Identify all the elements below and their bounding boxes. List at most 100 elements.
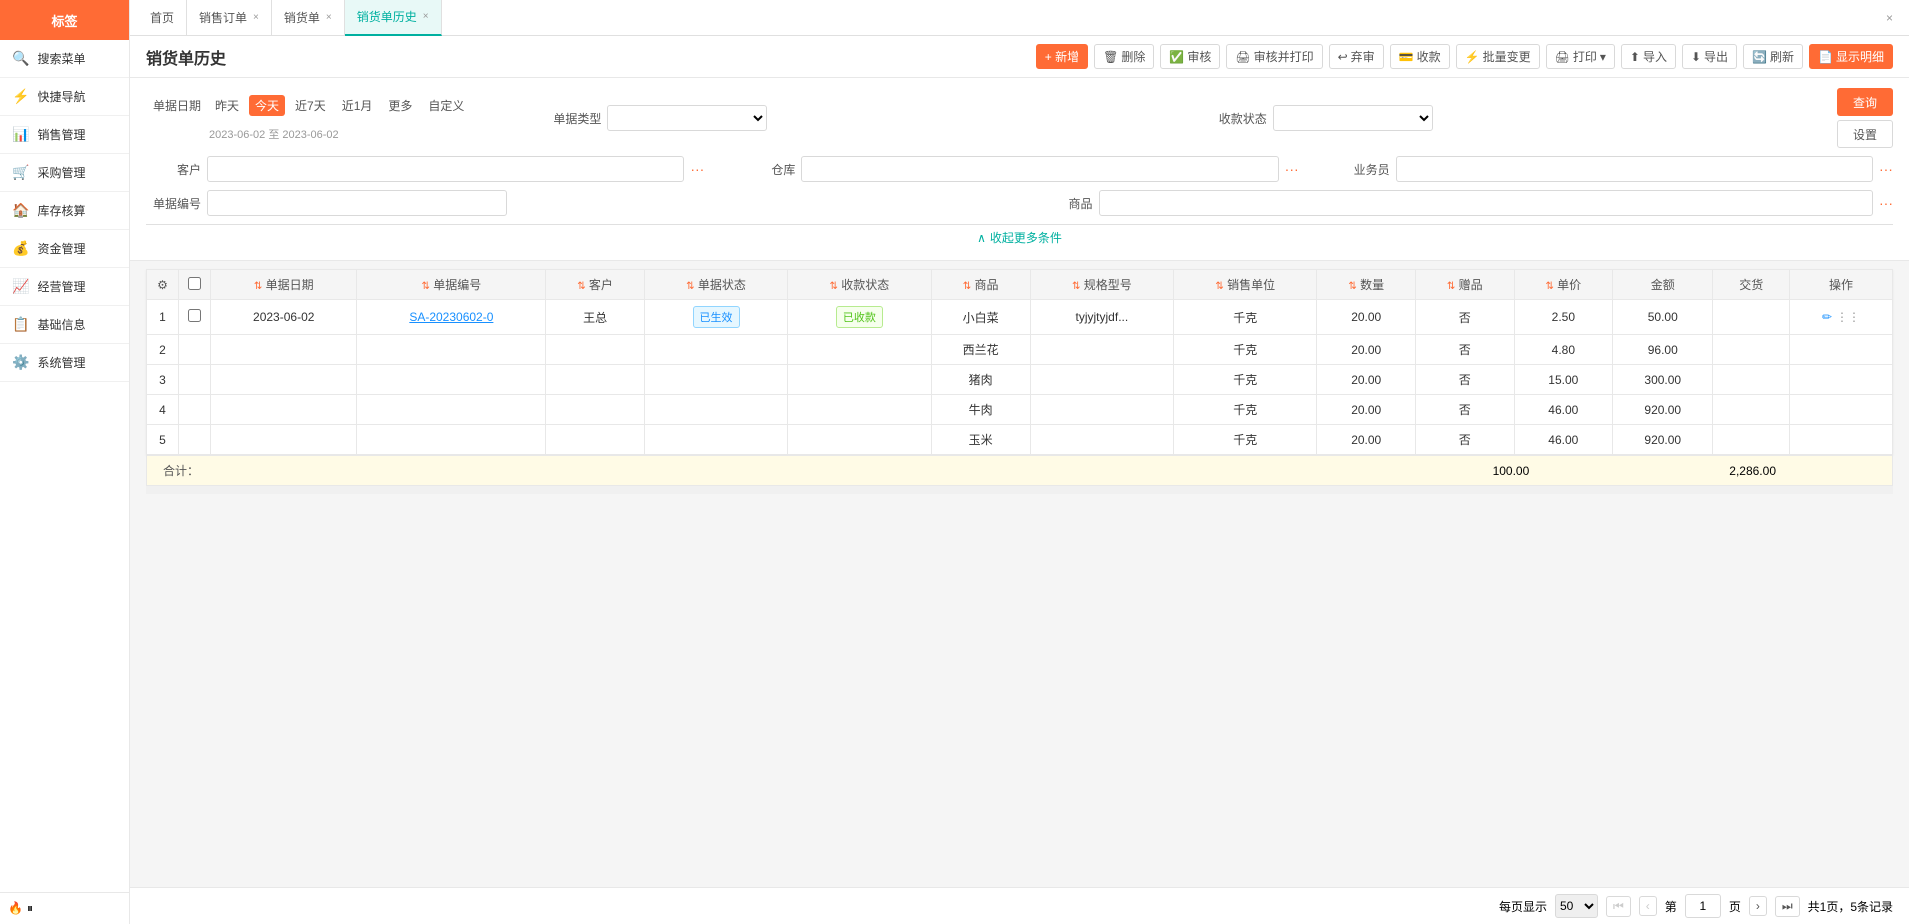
customer-input[interactable] [207,156,684,182]
col-number[interactable]: ⇅ 单据编号 [357,270,546,300]
cell-doc-status [644,395,787,425]
query-button[interactable]: 查询 [1837,88,1893,116]
tab-sales-history-label: 销货单历史 [357,8,417,25]
warehouse-field: 仓库 ··· [740,156,1298,182]
print-button[interactable]: 🖨 打印 ▾ [1546,44,1615,69]
sidebar-item-inventory[interactable]: 🏠 库存核算 [0,192,129,230]
col-doc-status[interactable]: ⇅ 单据状态 [644,270,787,300]
sidebar-item-operations[interactable]: 📈 经营管理 [0,268,129,306]
date-pill-today[interactable]: 今天 [249,95,285,116]
col-quantity[interactable]: ⇅ 数量 [1317,270,1416,300]
toolbar: + 新增 🗑 删除 ✅ 审核 🖨 审核并打印 ↩ 弃审 💳 收款 [1036,44,1893,69]
sidebar-item-basic-info[interactable]: 📋 基础信息 [0,306,129,344]
cell-checkbox[interactable] [179,365,211,395]
cell-doc-status [644,335,787,365]
select-all-checkbox[interactable] [188,277,201,290]
date-range-display: 2023-06-02 至 2023-06-02 [209,126,339,142]
filter-row-3: 单据编号 商品 ··· [146,190,1893,216]
sidebar-item-purchase-mgmt[interactable]: 🛒 采购管理 [0,154,129,192]
delete-button[interactable]: 🗑 删除 [1094,44,1154,69]
col-customer[interactable]: ⇅ 客户 [546,270,645,300]
page-title: 销货单历史 [146,45,226,69]
salesperson-dots-button[interactable]: ··· [1879,161,1893,177]
cell-gift: 否 [1416,335,1515,365]
salesperson-input[interactable] [1396,156,1873,182]
cell-customer [546,425,645,455]
tab-sales-order-close[interactable]: × [253,12,259,23]
date-pill-1month[interactable]: 近1月 [336,95,379,116]
warehouse-input[interactable] [801,156,1278,182]
fire-icon[interactable]: 🔥 [8,901,23,916]
doc-number-link[interactable]: SA-20230602-0 [409,310,493,324]
abandon-button[interactable]: ↩ 弃审 [1329,44,1384,69]
col-spec[interactable]: ⇅ 规格型号 [1030,270,1173,300]
sidebar-item-system-mgmt[interactable]: ⚙️ 系统管理 [0,344,129,382]
close-all-tabs[interactable]: × [1878,11,1901,25]
table-gear-icon: ⚙ [157,278,168,292]
doc-type-select[interactable] [607,105,767,131]
prev-page-button[interactable]: ‹ [1639,896,1657,916]
sidebar-item-label: 基础信息 [37,316,85,333]
warehouse-dots-button[interactable]: ··· [1285,161,1299,177]
first-page-button[interactable]: ⏮ [1606,896,1631,917]
doc-type-field: 单据类型 [546,105,1155,131]
next-page-button[interactable]: › [1749,896,1767,916]
cell-checkbox[interactable] [179,395,211,425]
col-pay-status[interactable]: ⇅ 收款状态 [788,270,931,300]
date-pill-7days[interactable]: 近7天 [289,95,332,116]
col-date[interactable]: ⇅ 单据日期 [211,270,357,300]
batch-change-button[interactable]: ⚡ 批量变更 [1456,44,1540,69]
tab-home[interactable]: 首页 [138,0,187,36]
doc-number-input[interactable] [207,190,507,216]
export-button[interactable]: ⬇ 导出 [1682,44,1737,69]
filter-settings-button[interactable]: 设置 [1837,120,1893,148]
col-unit[interactable]: ⇅ 销售单位 [1174,270,1317,300]
tab-sales-order[interactable]: 销售订单 × [187,0,272,36]
collapse-button[interactable]: ∧ 收起更多条件 [146,225,1893,250]
edit-icon[interactable]: ✏ [1822,310,1832,324]
tab-sales-goods-close[interactable]: × [326,12,332,23]
cell-amount: 300.00 [1613,365,1713,395]
col-goods[interactable]: ⇅ 商品 [931,270,1030,300]
col-price[interactable]: ⇅ 单价 [1514,270,1613,300]
tab-sales-history[interactable]: 销货单历史 × [345,0,442,36]
sidebar-item-finance[interactable]: 💰 资金管理 [0,230,129,268]
collect-button[interactable]: 💳 收款 [1390,44,1450,69]
row-checkbox[interactable] [188,309,201,322]
sidebar-item-sales-mgmt[interactable]: 📊 销售管理 [0,116,129,154]
sidebar-item-search-menu[interactable]: 🔍 搜索菜单 [0,40,129,78]
per-page-select[interactable]: 50 100 200 [1555,894,1598,918]
date-pill-custom[interactable]: 自定义 [422,95,470,116]
pause-icon[interactable]: ⏸ [27,901,33,916]
col-checkbox[interactable] [179,270,211,300]
doc-number-label: 单据编号 [146,195,201,212]
refresh-button[interactable]: 🔄 刷新 [1743,44,1803,69]
sort-icon: ⇅ [1072,281,1080,292]
goods-input[interactable] [1099,190,1874,216]
date-pill-yesterday[interactable]: 昨天 [209,95,245,116]
goods-dots-button[interactable]: ··· [1879,195,1893,211]
more-icon[interactable]: ⋮⋮ [1836,310,1860,324]
col-gift[interactable]: ⇅ 赠品 [1416,270,1515,300]
tab-sales-goods[interactable]: 销货单 × [272,0,345,36]
date-pill-more[interactable]: 更多 [382,95,418,116]
cell-checkbox[interactable] [179,425,211,455]
cell-checkbox[interactable] [179,300,211,335]
show-detail-button[interactable]: 📄 显示明细 [1809,44,1893,69]
import-button[interactable]: ⬆ 导入 [1621,44,1676,69]
customer-dots-button[interactable]: ··· [690,161,704,177]
audit-button[interactable]: ✅ 审核 [1160,44,1220,69]
sidebar-item-label: 销售管理 [37,126,85,143]
cell-gift: 否 [1416,365,1515,395]
audit-print-button[interactable]: 🖨 审核并打印 [1226,44,1322,69]
pay-status-select[interactable] [1273,105,1433,131]
new-button[interactable]: + 新增 [1036,44,1088,69]
sidebar-item-quick-nav[interactable]: ⚡ 快捷导航 [0,78,129,116]
home-icon: 🏠 [12,202,29,219]
col-gear[interactable]: ⚙ [147,270,179,300]
cell-checkbox[interactable] [179,335,211,365]
horizontal-scrollbar[interactable] [146,486,1893,494]
last-page-button[interactable]: ⏭ [1775,896,1800,917]
tab-sales-history-close[interactable]: × [423,11,429,22]
page-number-input[interactable] [1685,894,1721,918]
